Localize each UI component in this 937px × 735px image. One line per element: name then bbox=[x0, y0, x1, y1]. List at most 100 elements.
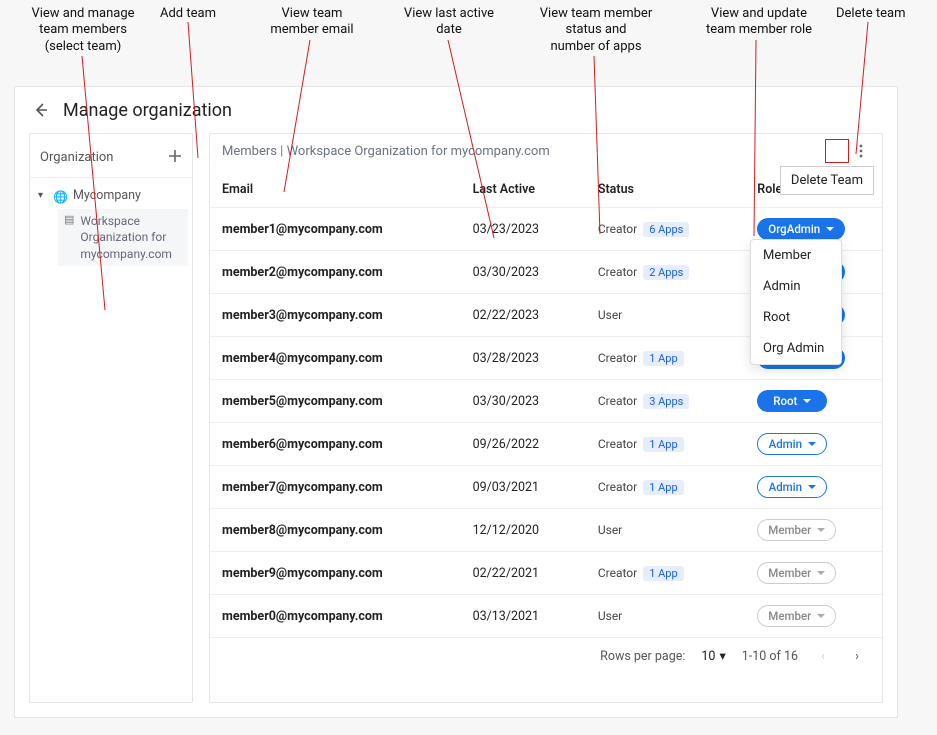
org-root-label: Mycompany bbox=[73, 188, 141, 203]
member-status-cell: User bbox=[586, 509, 745, 552]
table-row: member5@mycompany.com03/30/2023 Creator 3 … bbox=[210, 380, 882, 423]
chevron-down-icon: ▾ bbox=[719, 648, 725, 664]
role-option-root[interactable]: Root bbox=[751, 302, 841, 333]
role-label: Member bbox=[768, 523, 811, 537]
member-role-cell: Member bbox=[745, 552, 882, 595]
role-select[interactable]: Admin bbox=[757, 476, 827, 498]
member-last-active: 03/30/2023 bbox=[461, 380, 586, 423]
member-role-cell: Root bbox=[745, 380, 882, 423]
member-role-cell: Admin bbox=[745, 466, 882, 509]
member-email: member8@mycompany.com bbox=[210, 509, 461, 552]
org-child-node[interactable]: ▤ Workspace Organization for mycompany.c… bbox=[58, 209, 188, 266]
apps-badge[interactable]: 2 Apps bbox=[643, 265, 689, 280]
apps-badge[interactable]: 1 App bbox=[643, 437, 683, 452]
role-select[interactable]: Member bbox=[757, 605, 836, 627]
role-select[interactable]: Admin bbox=[757, 433, 827, 455]
apps-badge[interactable]: 6 Apps bbox=[643, 222, 689, 237]
apps-badge[interactable]: 1 App bbox=[643, 566, 683, 581]
apps-badge[interactable]: 3 Apps bbox=[643, 394, 689, 409]
role-select[interactable]: OrgAdmin bbox=[757, 218, 845, 240]
add-team-button[interactable] bbox=[168, 148, 182, 167]
ann-add-team: Add team bbox=[160, 6, 216, 22]
table-row: member6@mycompany.com09/26/2022 Creator 1 … bbox=[210, 423, 882, 466]
pagination-prev[interactable]: ‹ bbox=[814, 649, 832, 664]
chevron-down-icon bbox=[826, 227, 834, 231]
chevron-down-icon bbox=[808, 485, 816, 489]
member-status: Creator bbox=[598, 265, 637, 279]
app-frame: Manage organization Organization ▾ 🌐 Myc… bbox=[14, 86, 898, 718]
arrow-left-icon bbox=[33, 102, 49, 118]
role-label: OrgAdmin bbox=[768, 222, 820, 236]
member-email: member3@mycompany.com bbox=[210, 294, 461, 337]
role-option-member[interactable]: Member bbox=[751, 240, 841, 271]
ann-delete-team: Delete team bbox=[836, 6, 905, 22]
role-option-orgadmin[interactable]: Org Admin bbox=[751, 333, 841, 364]
member-last-active: 02/22/2023 bbox=[461, 294, 586, 337]
member-last-active: 02/22/2021 bbox=[461, 552, 586, 595]
ann-manage-team: View and manage team members (select tea… bbox=[18, 6, 148, 55]
sidebar: Organization ▾ 🌐 Mycompany ▤ Workspace O… bbox=[29, 133, 193, 703]
panel-title: Members | Workspace Organization for myc… bbox=[222, 144, 550, 159]
role-label: Admin bbox=[769, 437, 802, 451]
ann-view-status: View team member status and number of ap… bbox=[526, 6, 666, 55]
member-email: member6@mycompany.com bbox=[210, 423, 461, 466]
org-tree: ▾ 🌐 Mycompany ▤ Workspace Organization f… bbox=[30, 178, 192, 266]
chevron-down-icon bbox=[817, 528, 825, 532]
table-row: member9@mycompany.com02/22/2021Creator1 … bbox=[210, 552, 882, 595]
role-label: Root bbox=[773, 394, 797, 408]
member-status-cell: Creator 1 App bbox=[586, 466, 745, 509]
back-button[interactable] bbox=[31, 100, 51, 120]
pagination: Rows per page: 10 ▾ 1-10 of 16 ‹ › bbox=[210, 637, 882, 674]
member-email: member5@mycompany.com bbox=[210, 380, 461, 423]
member-last-active: 09/03/2021 bbox=[461, 466, 586, 509]
member-email: member2@mycompany.com bbox=[210, 251, 461, 294]
member-status: Creator bbox=[598, 394, 637, 408]
table-row: member0@mycompany.com03/13/2021UserMembe… bbox=[210, 595, 882, 638]
chevron-down-icon bbox=[817, 614, 825, 618]
member-status-cell: Creator1 App bbox=[586, 552, 745, 595]
delete-team-menu-item[interactable]: Delete Team bbox=[780, 166, 874, 195]
chevron-down-icon bbox=[817, 571, 825, 575]
ann-view-last-active: View last active date bbox=[394, 6, 504, 39]
ann-view-role: View and update team member role bbox=[694, 6, 824, 39]
members-panel: Members | Workspace Organization for myc… bbox=[209, 133, 883, 703]
member-last-active: 12/12/2020 bbox=[461, 509, 586, 552]
member-status-cell: User bbox=[586, 595, 745, 638]
member-status: Creator bbox=[598, 351, 637, 365]
role-select[interactable]: Root bbox=[757, 390, 827, 412]
page-title: Manage organization bbox=[63, 100, 232, 121]
member-status: Creator bbox=[598, 480, 637, 494]
role-option-admin[interactable]: Admin bbox=[751, 271, 841, 302]
col-last-active: Last Active bbox=[461, 168, 586, 208]
member-last-active: 03/28/2023 bbox=[461, 337, 586, 380]
member-status: Creator bbox=[598, 437, 637, 451]
org-child-label: Workspace Organization for mycompany.com bbox=[80, 213, 172, 262]
member-status-cell: Creator 1 App bbox=[586, 423, 745, 466]
annotation-layer: View and manage team members (select tea… bbox=[0, 0, 937, 86]
rows-per-page-select[interactable]: 10 ▾ bbox=[701, 648, 725, 664]
member-status: User bbox=[598, 308, 622, 322]
table-row: member7@mycompany.com09/03/2021Creator1 … bbox=[210, 466, 882, 509]
chevron-down-icon bbox=[803, 399, 811, 403]
panel-title-domain: mycompany.com bbox=[451, 144, 550, 159]
role-select[interactable]: Member bbox=[757, 562, 836, 584]
role-label: Member bbox=[768, 566, 811, 580]
sidebar-title: Organization bbox=[40, 150, 113, 165]
member-last-active: 03/30/2023 bbox=[461, 251, 586, 294]
member-email: member0@mycompany.com bbox=[210, 595, 461, 638]
pagination-next[interactable]: › bbox=[848, 649, 866, 664]
role-select[interactable]: Member bbox=[757, 519, 836, 541]
apps-badge[interactable]: 1 App bbox=[643, 480, 683, 495]
panel-menu-button[interactable] bbox=[852, 142, 870, 160]
org-root-node[interactable]: ▾ 🌐 Mycompany bbox=[38, 186, 188, 209]
topbar: Manage organization bbox=[15, 87, 897, 133]
sidebar-header: Organization bbox=[30, 142, 192, 178]
member-last-active: 09/26/2022 bbox=[461, 423, 586, 466]
table-row: member8@mycompany.com12/12/2020User Membe… bbox=[210, 509, 882, 552]
apps-badge[interactable]: 1 App bbox=[643, 351, 683, 366]
kebab-icon bbox=[859, 144, 863, 158]
col-email: Email bbox=[210, 168, 461, 208]
member-status: User bbox=[598, 609, 622, 623]
member-status-cell: Creator 1 App bbox=[586, 337, 745, 380]
pagination-range: 1-10 of 16 bbox=[742, 649, 798, 664]
